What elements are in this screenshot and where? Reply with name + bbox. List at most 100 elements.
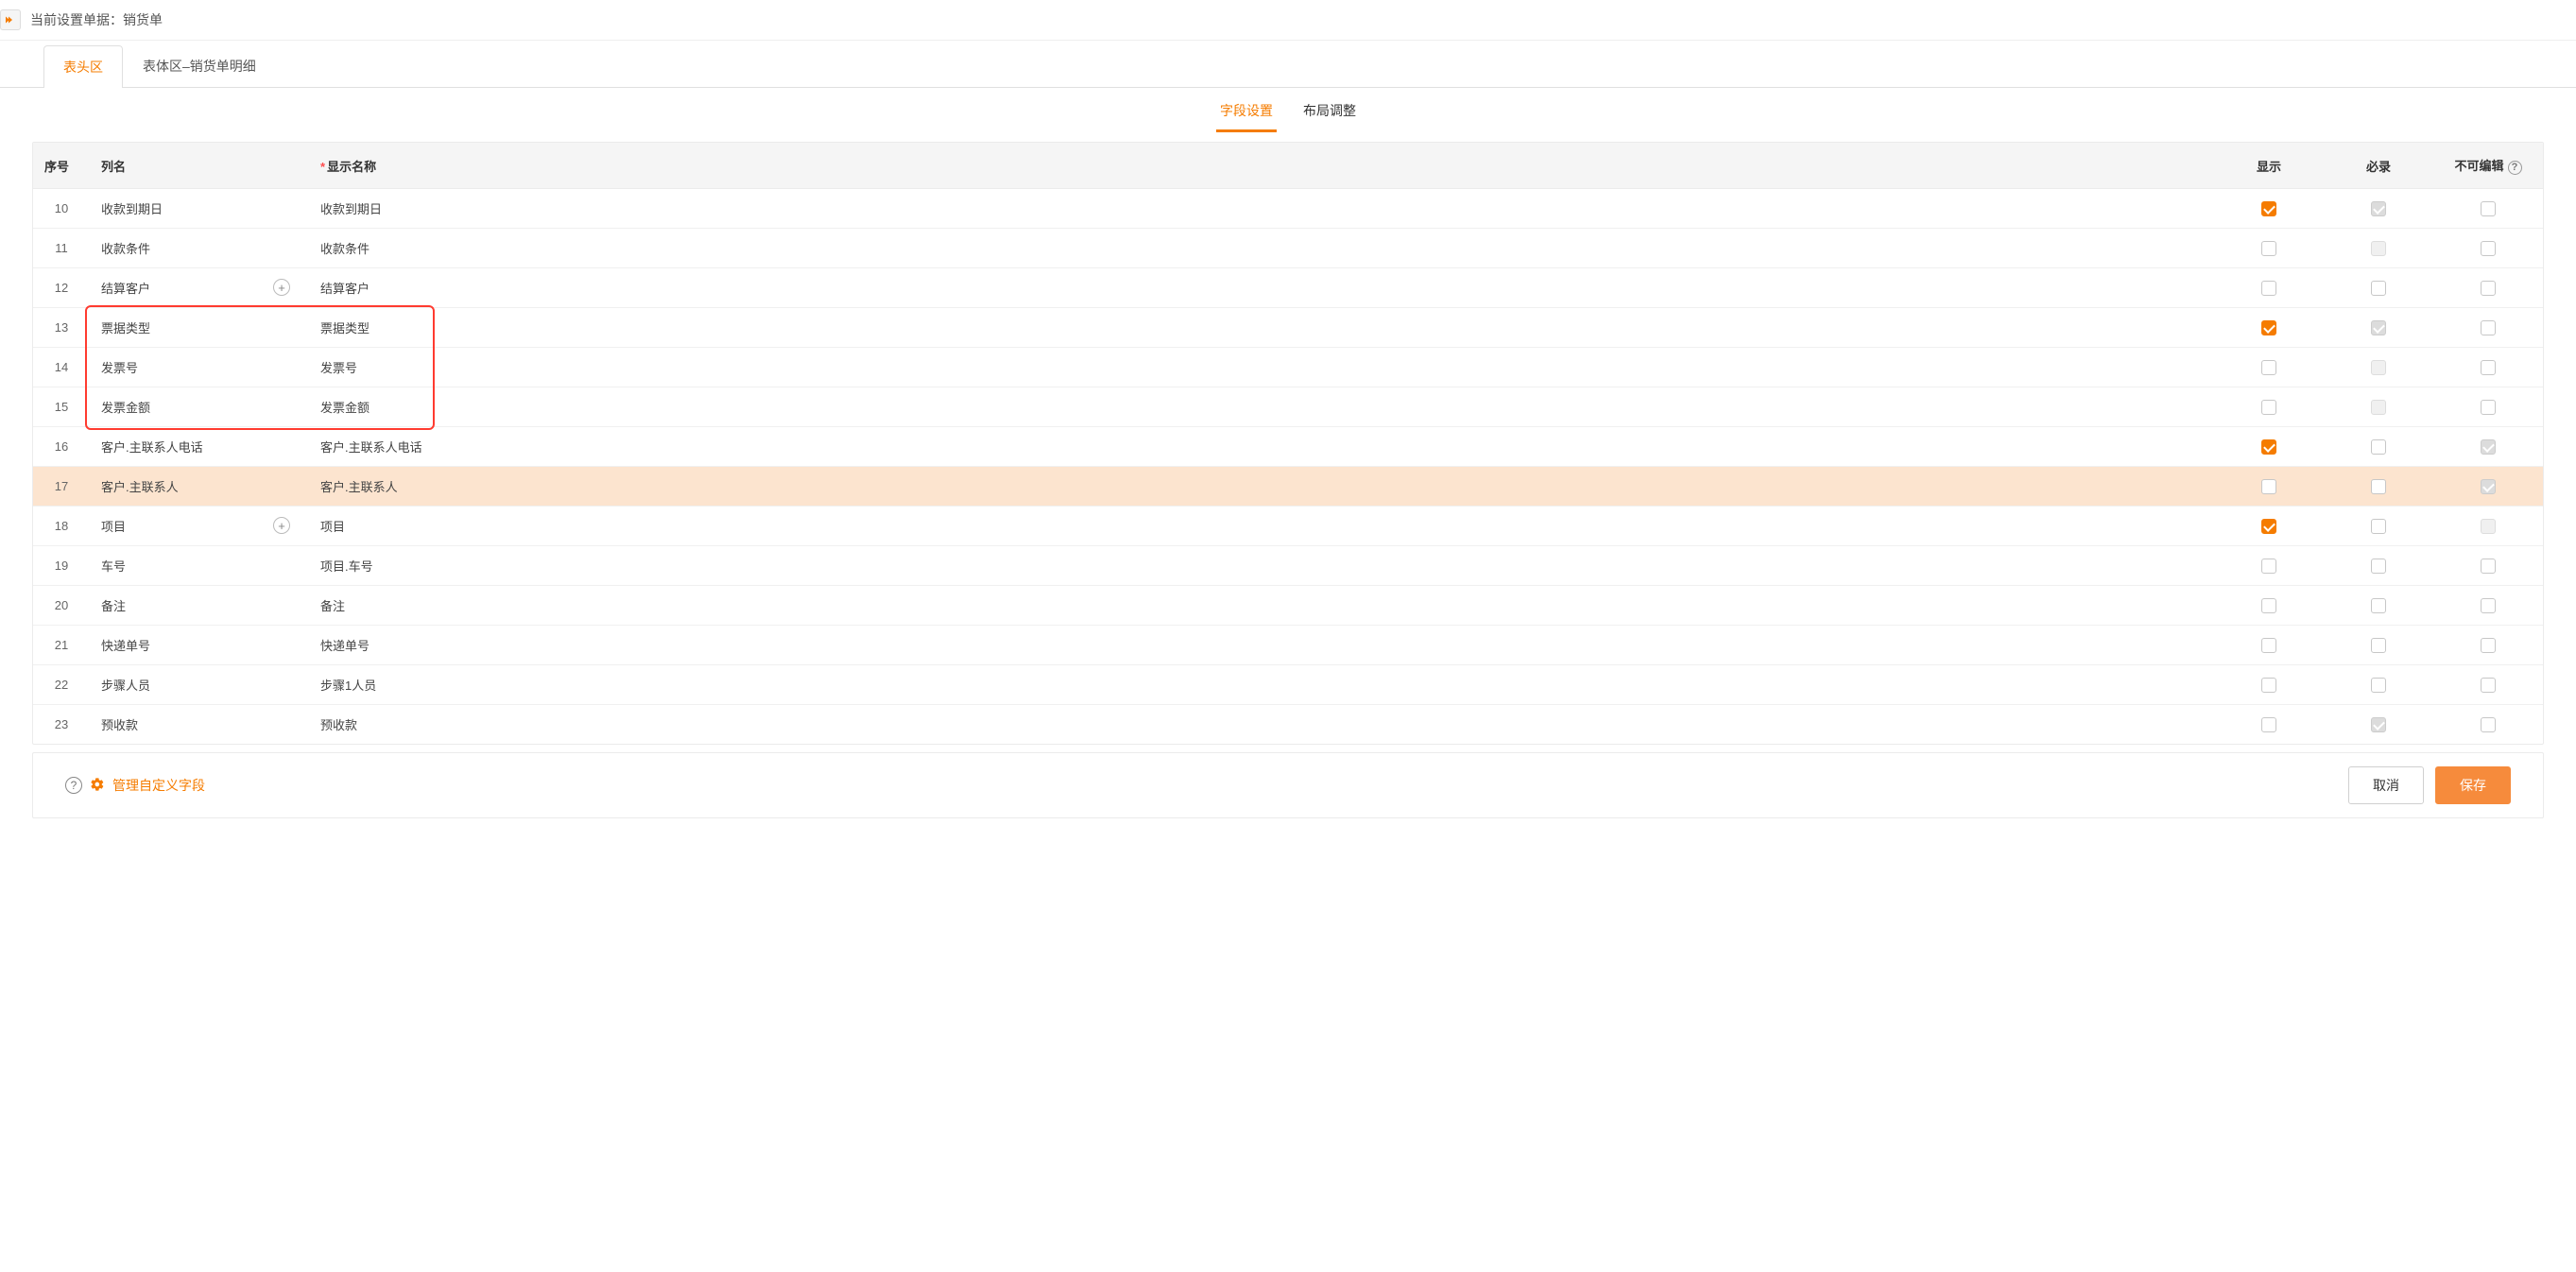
add-icon[interactable]: +	[273, 279, 290, 296]
non_editable-checkbox[interactable]	[2481, 678, 2496, 693]
required-checkbox	[2371, 241, 2386, 256]
row-show-cell	[2214, 348, 2324, 387]
non_editable-checkbox[interactable]	[2481, 717, 2496, 732]
table-row: 21快递单号快递单号	[33, 626, 2543, 665]
row-required-cell	[2324, 308, 2433, 348]
row-required-cell	[2324, 507, 2433, 546]
non_editable-checkbox[interactable]	[2481, 360, 2496, 375]
show-checkbox[interactable]	[2261, 400, 2276, 415]
non_editable-checkbox[interactable]	[2481, 559, 2496, 574]
row-required-cell	[2324, 467, 2433, 507]
non_editable-checkbox[interactable]	[2481, 201, 2496, 216]
show-checkbox[interactable]	[2261, 360, 2276, 375]
row-col-name: 收款到期日	[90, 189, 309, 229]
sub-tab-1[interactable]: 布局调整	[1299, 101, 1360, 132]
row-display-name[interactable]: 备注	[309, 586, 2214, 626]
non_editable-checkbox[interactable]	[2481, 320, 2496, 335]
row-col-name: 票据类型	[90, 308, 309, 348]
add-icon[interactable]: +	[273, 517, 290, 534]
row-display-name[interactable]: 客户.主联系人	[309, 467, 2214, 507]
row-seq: 13	[33, 308, 90, 348]
row-display-name[interactable]: 客户.主联系人电话	[309, 427, 2214, 467]
non_editable-checkbox[interactable]	[2481, 400, 2496, 415]
row-display-name[interactable]: 结算客户	[309, 268, 2214, 308]
row-display-name[interactable]: 收款到期日	[309, 189, 2214, 229]
row-non_editable-cell	[2433, 626, 2543, 665]
show-checkbox[interactable]	[2261, 717, 2276, 732]
row-non_editable-cell	[2433, 189, 2543, 229]
required-checkbox[interactable]	[2371, 519, 2386, 534]
show-checkbox[interactable]	[2261, 519, 2276, 534]
row-seq: 20	[33, 586, 90, 626]
row-display-name[interactable]: 步骤1人员	[309, 665, 2214, 705]
row-col-name: 客户.主联系人电话	[90, 427, 309, 467]
table-row: 13票据类型票据类型	[33, 308, 2543, 348]
row-show-cell	[2214, 268, 2324, 308]
required-checkbox[interactable]	[2371, 439, 2386, 455]
row-display-name[interactable]: 快递单号	[309, 626, 2214, 665]
save-button[interactable]: 保存	[2435, 766, 2511, 804]
show-checkbox[interactable]	[2261, 638, 2276, 653]
show-checkbox[interactable]	[2261, 241, 2276, 256]
show-checkbox[interactable]	[2261, 598, 2276, 613]
row-required-cell	[2324, 665, 2433, 705]
cancel-button[interactable]: 取消	[2348, 766, 2424, 804]
collapse-toggle-icon[interactable]	[0, 9, 21, 30]
non_editable-checkbox[interactable]	[2481, 638, 2496, 653]
row-seq: 22	[33, 665, 90, 705]
row-non_editable-cell	[2433, 467, 2543, 507]
row-show-cell	[2214, 427, 2324, 467]
sub-tab-0[interactable]: 字段设置	[1216, 101, 1277, 132]
row-display-name[interactable]: 收款条件	[309, 229, 2214, 268]
show-checkbox[interactable]	[2261, 479, 2276, 494]
row-col-name: 结算客户+	[90, 268, 309, 308]
required-checkbox[interactable]	[2371, 281, 2386, 296]
row-show-cell	[2214, 229, 2324, 268]
question-icon[interactable]: ?	[65, 777, 82, 794]
row-seq: 15	[33, 387, 90, 427]
non_editable-checkbox[interactable]	[2481, 598, 2496, 613]
row-required-cell	[2324, 268, 2433, 308]
row-show-cell	[2214, 586, 2324, 626]
required-checkbox[interactable]	[2371, 638, 2386, 653]
th-col-name: 列名	[90, 143, 309, 189]
table-row: 11收款条件收款条件	[33, 229, 2543, 268]
required-checkbox[interactable]	[2371, 678, 2386, 693]
row-non_editable-cell	[2433, 229, 2543, 268]
row-display-name[interactable]: 发票号	[309, 348, 2214, 387]
th-show: 显示	[2214, 143, 2324, 189]
row-col-name: 步骤人员	[90, 665, 309, 705]
non_editable-checkbox[interactable]	[2481, 241, 2496, 256]
show-checkbox[interactable]	[2261, 678, 2276, 693]
gear-icon	[90, 777, 105, 795]
required-checkbox[interactable]	[2371, 598, 2386, 613]
row-display-name[interactable]: 项目	[309, 507, 2214, 546]
required-checkbox[interactable]	[2371, 559, 2386, 574]
row-display-name[interactable]: 项目.车号	[309, 546, 2214, 586]
row-display-name[interactable]: 发票金额	[309, 387, 2214, 427]
main-tab-0[interactable]: 表头区	[43, 45, 123, 88]
show-checkbox[interactable]	[2261, 439, 2276, 455]
row-non_editable-cell	[2433, 387, 2543, 427]
help-icon[interactable]: ?	[2508, 161, 2522, 175]
show-checkbox[interactable]	[2261, 320, 2276, 335]
show-checkbox[interactable]	[2261, 201, 2276, 216]
row-non_editable-cell	[2433, 546, 2543, 586]
main-tab-1[interactable]: 表体区–销货单明细	[123, 44, 276, 87]
show-checkbox[interactable]	[2261, 559, 2276, 574]
row-required-cell	[2324, 626, 2433, 665]
non_editable-checkbox[interactable]	[2481, 281, 2496, 296]
th-display-name: *显示名称	[309, 143, 2214, 189]
manage-custom-fields-link[interactable]: 管理自定义字段	[112, 776, 205, 795]
show-checkbox[interactable]	[2261, 281, 2276, 296]
row-seq: 18	[33, 507, 90, 546]
required-checkbox[interactable]	[2371, 479, 2386, 494]
current-doc-name: 销货单	[123, 12, 163, 27]
row-show-cell	[2214, 665, 2324, 705]
table-row: 15发票金额发票金额	[33, 387, 2543, 427]
row-display-name[interactable]: 预收款	[309, 705, 2214, 745]
row-show-cell	[2214, 189, 2324, 229]
row-display-name[interactable]: 票据类型	[309, 308, 2214, 348]
row-seq: 16	[33, 427, 90, 467]
row-required-cell	[2324, 387, 2433, 427]
